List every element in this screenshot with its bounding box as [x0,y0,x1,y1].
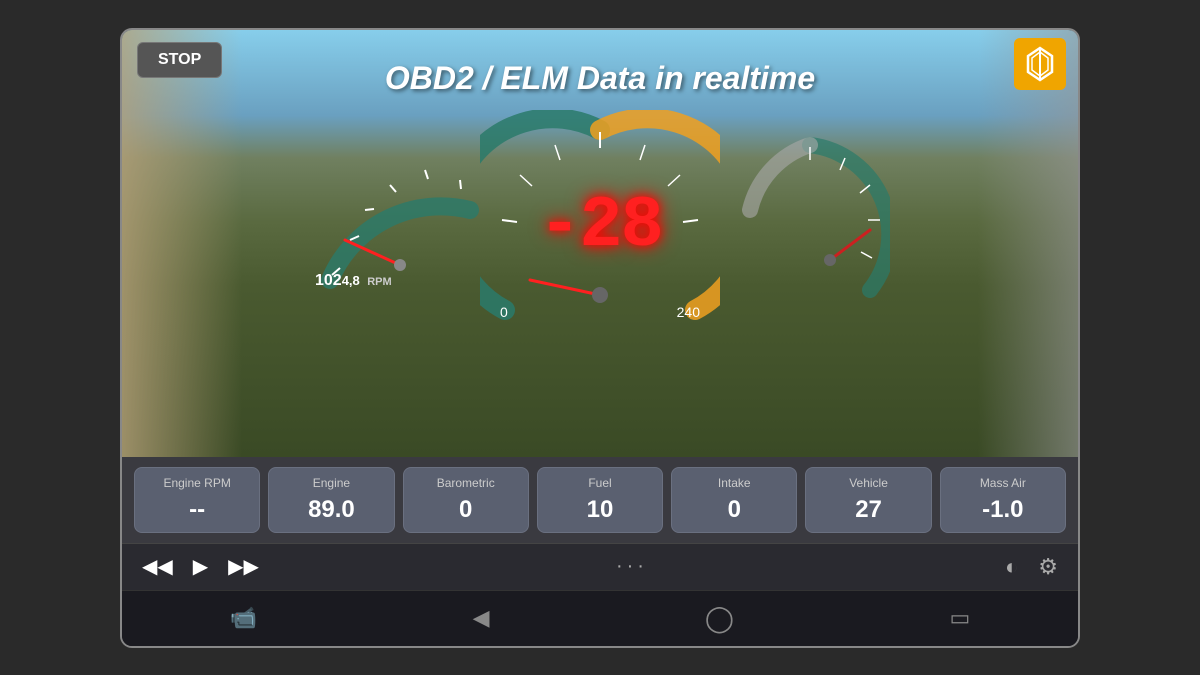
card-intake-label: Intake [718,476,751,490]
speed-gauge: -28 0 240 [480,110,720,350]
display-settings-icon[interactable]: ◐ [1005,554,1018,580]
card-vehicle-value: 27 [855,496,882,524]
gauges-area: 1024,8 RPM [310,110,890,370]
data-cards-row: Engine RPM -- Engine 89.0 Barometric 0 F… [122,457,1078,543]
right-gauge-svg [730,130,890,310]
card-engine-rpm-value: -- [189,496,205,524]
card-vehicle[interactable]: Vehicle 27 [805,467,931,533]
card-intake[interactable]: Intake 0 [671,467,797,533]
screenshot-icon[interactable]: 📹 [230,605,257,631]
card-barometric-label: Barometric [437,476,495,490]
card-engine-value: 89.0 [308,496,355,524]
home-icon[interactable]: ◯ [705,603,734,634]
speed-max: 240 [677,304,700,320]
page-title: OBD2 / ELM Data in realtime [385,60,815,97]
skip-back-button[interactable]: ◀◀ [142,554,173,579]
right-gauge [730,130,890,310]
rpm-value: 102 [315,272,342,289]
card-engine[interactable]: Engine 89.0 [268,467,394,533]
card-vehicle-label: Vehicle [849,476,888,490]
back-icon[interactable]: ◀ [473,605,490,631]
more-menu[interactable]: ··· [616,555,648,578]
card-engine-rpm-label: Engine RPM [163,476,230,490]
speed-display: -28 [538,185,662,267]
card-engine-label: Engine [313,476,350,490]
card-engine-rpm[interactable]: Engine RPM -- [134,467,260,533]
card-fuel-value: 10 [587,496,614,524]
recents-icon[interactable]: ▭ [949,605,970,631]
rpm-unit: RPM [367,276,391,288]
controls-bar: ◀◀ ▶ ▶▶ ··· ◐ ⚙ [122,543,1078,590]
card-mass-air[interactable]: Mass Air -1.0 [940,467,1066,533]
skip-forward-button[interactable]: ▶▶ [228,554,259,579]
stop-button[interactable]: STOP [137,42,222,78]
nav-bar: 📹 ◀ ◯ ▭ [122,590,1078,646]
car-interior-right [978,30,1078,457]
rpm-decimal: 4,8 [342,273,360,288]
card-intake-value: 0 [728,496,741,524]
play-button[interactable]: ▶ [193,554,208,579]
main-area: STOP OBD2 / ELM Data in realtime [122,30,1078,457]
card-mass-air-value: -1.0 [982,496,1023,524]
rpm-gauge: 1024,8 RPM [310,110,490,310]
right-controls: ◐ ⚙ [1005,554,1058,580]
card-fuel[interactable]: Fuel 10 [537,467,663,533]
playback-controls: ◀◀ ▶ ▶▶ [142,554,259,579]
speed-min: 0 [500,304,508,320]
renault-logo [1014,38,1066,90]
main-window: STOP OBD2 / ELM Data in realtime [120,28,1080,648]
card-mass-air-label: Mass Air [980,476,1026,490]
card-barometric-value: 0 [459,496,472,524]
settings-icon[interactable]: ⚙ [1038,554,1058,580]
card-fuel-label: Fuel [588,476,611,490]
speed-labels: 0 240 [500,304,700,320]
card-barometric[interactable]: Barometric 0 [403,467,529,533]
car-interior-left [122,30,242,457]
